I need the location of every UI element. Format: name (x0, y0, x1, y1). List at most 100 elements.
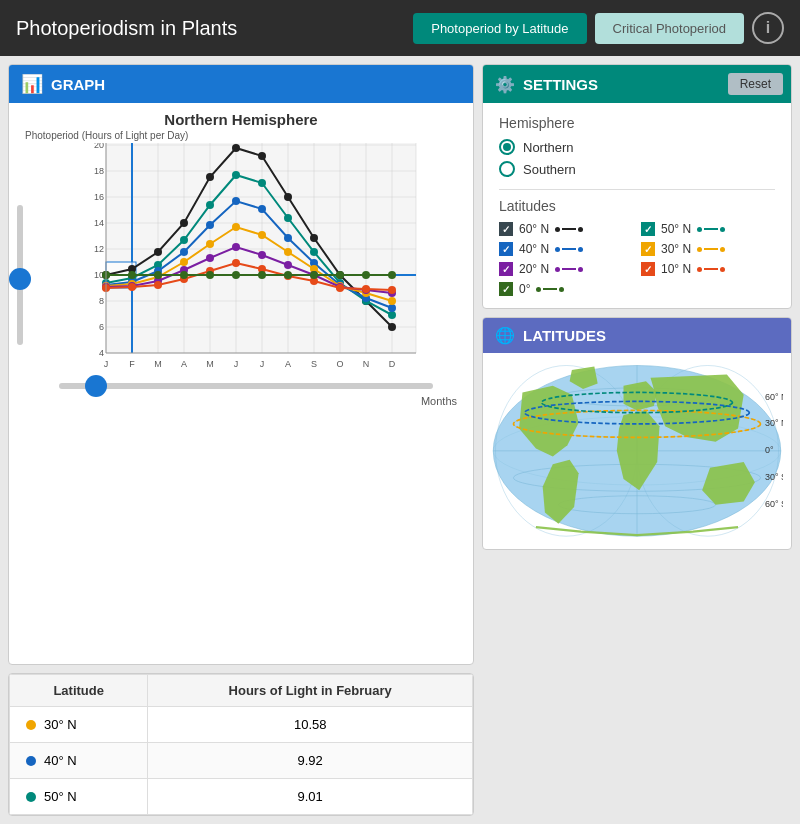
table-row: 40° N 9.92 (10, 743, 473, 779)
latitude-checkbox-item[interactable]: ✓ 60° N (499, 222, 633, 236)
svg-text:14: 14 (94, 218, 104, 228)
table-row: 30° N 10.58 (10, 707, 473, 743)
hours-column-header: Hours of Light in February (148, 675, 473, 707)
chart-wrapper: 4 6 8 10 12 14 16 18 20 (27, 143, 465, 407)
latitude-checkbox[interactable]: ✓ (641, 242, 655, 256)
latitude-cell: 40° N (10, 743, 148, 779)
svg-text:O: O (336, 359, 343, 369)
world-map-svg: 60° N 30° N 0° 30° S 60° S (491, 361, 783, 541)
svg-point-67 (388, 304, 396, 312)
svg-text:18: 18 (94, 166, 104, 176)
svg-point-105 (128, 271, 136, 279)
data-table: Latitude Hours of Light in February 30° … (9, 674, 473, 815)
latitude-label: 20° N (519, 262, 549, 276)
photoperiod-by-latitude-tab[interactable]: Photoperiod by Latitude (413, 13, 586, 44)
latitude-checkbox-item[interactable]: ✓ 20° N (499, 262, 633, 276)
svg-point-103 (388, 286, 396, 294)
latitude-cell: 30° N (10, 707, 148, 743)
reset-button[interactable]: Reset (728, 73, 783, 95)
radio-northern[interactable]: Northern (499, 139, 775, 155)
line-indicator (555, 267, 583, 272)
latitudes-header: 🌐 LATITUDES (483, 318, 791, 353)
months-label: Months (27, 395, 465, 407)
latitude-checkbox[interactable]: ✓ (499, 262, 513, 276)
graph-title: Northern Hemisphere (17, 111, 465, 128)
latitude-dot (26, 720, 36, 730)
horizontal-slider-container (27, 383, 465, 393)
latitude-checkbox-item[interactable]: ✓ 40° N (499, 242, 633, 256)
latitude-checkbox[interactable]: ✓ (641, 222, 655, 236)
svg-point-110 (258, 271, 266, 279)
svg-text:M: M (154, 359, 162, 369)
svg-point-71 (180, 258, 188, 266)
latitude-checkbox-item[interactable]: ✓ 0° (499, 282, 633, 296)
svg-point-79 (388, 297, 396, 305)
svg-point-93 (128, 283, 136, 291)
graph-content: Northern Hemisphere Photoperiod (Hours o… (9, 103, 473, 411)
latitude-checkbox[interactable]: ✓ (641, 262, 655, 276)
svg-point-36 (206, 173, 214, 181)
svg-text:0°: 0° (765, 445, 774, 455)
radio-southern-circle (499, 161, 515, 177)
svg-point-115 (388, 271, 396, 279)
vertical-slider-track[interactable] (17, 205, 23, 345)
hemisphere-radio-group: Northern Southern (499, 139, 775, 177)
svg-point-35 (180, 219, 188, 227)
svg-text:F: F (129, 359, 135, 369)
svg-text:J: J (234, 359, 239, 369)
header-navigation: Photoperiod by Latitude Critical Photope… (413, 12, 784, 44)
svg-point-114 (362, 271, 370, 279)
latitude-checkbox[interactable]: ✓ (499, 222, 513, 236)
latitude-value: 50° N (44, 789, 77, 804)
latitude-checkbox-item[interactable]: ✓ 10° N (641, 262, 775, 276)
svg-text:4: 4 (99, 348, 104, 358)
radio-northern-label: Northern (523, 140, 574, 155)
latitudes-header-label: LATITUDES (523, 327, 606, 344)
chart-bg (106, 143, 416, 353)
graph-header-label: GRAPH (51, 76, 105, 93)
app-header: Photoperiodism in Plants Photoperiod by … (0, 0, 800, 56)
latitude-checkbox-item[interactable]: ✓ 30° N (641, 242, 775, 256)
svg-point-43 (388, 323, 396, 331)
svg-point-61 (232, 197, 240, 205)
svg-text:16: 16 (94, 192, 104, 202)
settings-icon: ⚙️ (495, 75, 515, 94)
info-button[interactable]: i (752, 12, 784, 44)
graph-icon: 📊 (21, 73, 43, 95)
latitude-checkbox[interactable]: ✓ (499, 282, 513, 296)
month-slider-track[interactable] (59, 383, 433, 389)
chart-svg: 4 6 8 10 12 14 16 18 20 (27, 143, 465, 383)
latitude-value: 40° N (44, 753, 77, 768)
svg-point-60 (206, 221, 214, 229)
line-indicator (555, 227, 583, 232)
svg-text:30° N: 30° N (765, 418, 783, 428)
vertical-slider-thumb[interactable] (9, 268, 31, 290)
svg-point-111 (284, 271, 292, 279)
svg-text:D: D (389, 359, 396, 369)
latitudes-card: 🌐 LATITUDES (482, 317, 792, 550)
graph-ylabel: Photoperiod (Hours of Light per Day) (25, 130, 465, 141)
svg-point-97 (232, 259, 240, 267)
svg-point-51 (284, 214, 292, 222)
radio-southern-label: Southern (523, 162, 576, 177)
svg-point-34 (154, 248, 162, 256)
svg-point-47 (180, 236, 188, 244)
settings-header: ⚙️ SETTINGS Reset (483, 65, 791, 103)
svg-point-49 (232, 171, 240, 179)
line-indicator (697, 227, 725, 232)
latitude-checkbox[interactable]: ✓ (499, 242, 513, 256)
svg-text:30° S: 30° S (765, 472, 783, 482)
chart-with-slider: 4 6 8 10 12 14 16 18 20 (17, 143, 465, 407)
svg-point-38 (258, 152, 266, 160)
app-title: Photoperiodism in Plants (16, 17, 237, 40)
critical-photoperiod-tab[interactable]: Critical Photoperiod (595, 13, 744, 44)
line-indicator (536, 287, 564, 292)
latitude-checkbox-item[interactable]: ✓ 50° N (641, 222, 775, 236)
month-slider-thumb[interactable] (85, 375, 107, 397)
radio-northern-circle (499, 139, 515, 155)
svg-text:60° N: 60° N (765, 392, 783, 402)
svg-point-106 (154, 271, 162, 279)
svg-point-52 (310, 248, 318, 256)
radio-southern[interactable]: Southern (499, 161, 775, 177)
svg-text:J: J (260, 359, 265, 369)
